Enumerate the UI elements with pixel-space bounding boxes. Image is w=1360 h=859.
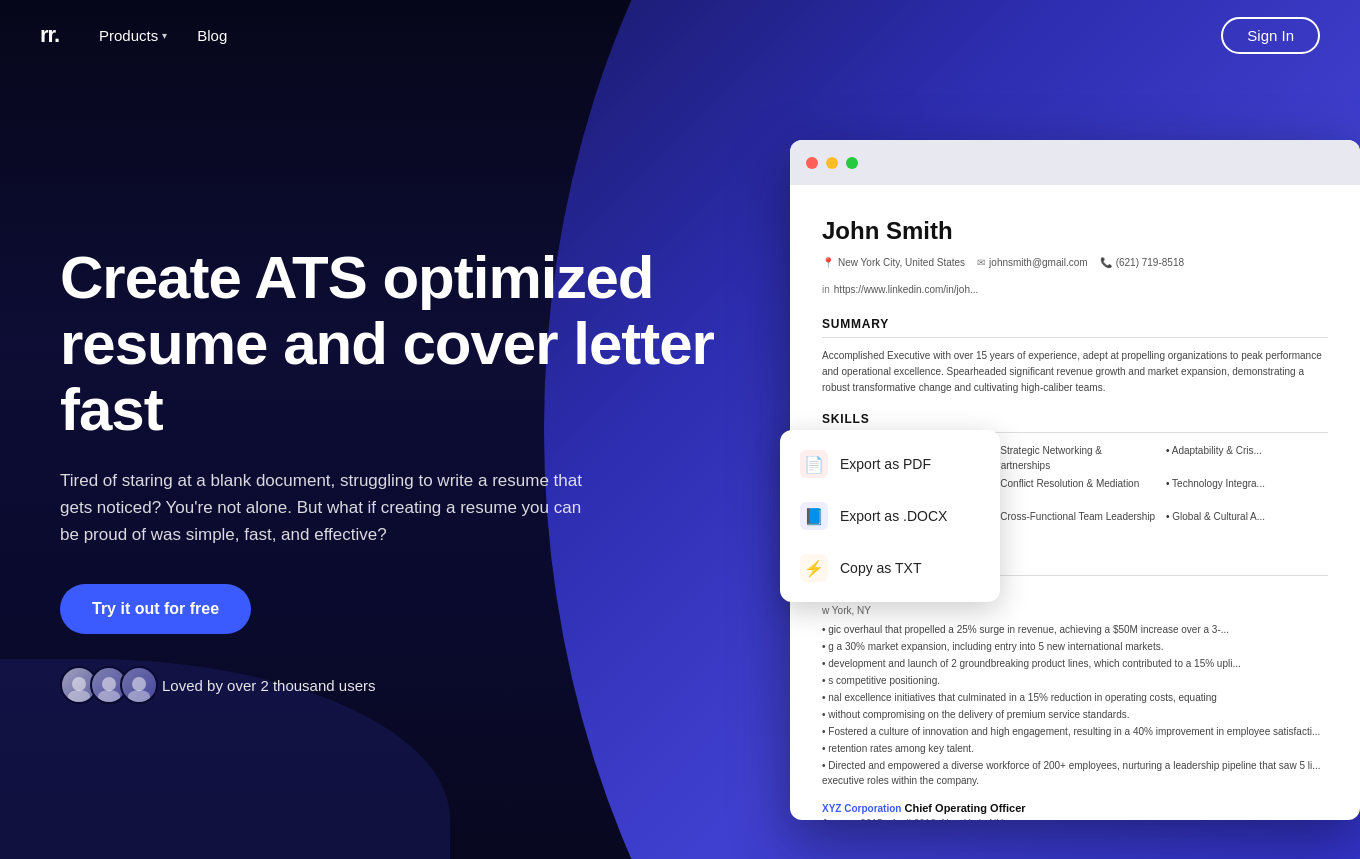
work-meta: w York, NY xyxy=(822,603,1328,618)
summary-section-title: SUMMARY xyxy=(822,315,1328,338)
phone-icon: 📞 xyxy=(1100,255,1112,270)
products-nav-link[interactable]: Products ▾ xyxy=(99,27,167,44)
nav-links: Products ▾ Blog xyxy=(99,27,227,44)
hero-section: Create ATS optimized resume and cover le… xyxy=(60,225,740,705)
sign-in-button[interactable]: Sign In xyxy=(1221,17,1320,54)
work-company: XYZ Corporation xyxy=(822,803,901,814)
export-docx-button[interactable]: 📘 Export as .DOCX xyxy=(780,490,1000,542)
export-popup: 📄 Export as PDF 📘 Export as .DOCX ⚡ Copy… xyxy=(780,430,1000,602)
work-bullet: Directed and empowered a diverse workfor… xyxy=(822,758,1328,788)
work-bullet: retention rates among key talent. xyxy=(822,741,1328,756)
work-bullet: nal excellence initiatives that culminat… xyxy=(822,690,1328,705)
location-icon: 📍 xyxy=(822,255,834,270)
skill-item: Strategic Networking & Partnerships xyxy=(994,443,1156,473)
copy-txt-button[interactable]: ⚡ Copy as TXT xyxy=(780,542,1000,594)
main-content: Create ATS optimized resume and cover le… xyxy=(0,70,1360,859)
resume-preview-container: John Smith 📍 New York City, United State… xyxy=(790,140,1360,820)
avatar-face xyxy=(122,668,156,702)
skill-item: Global & Cultural A... xyxy=(1166,509,1328,539)
window-close-dot xyxy=(806,157,818,169)
linkedin-icon: in xyxy=(822,282,830,297)
work-entry: ief Executive Officer w York, NY gic ove… xyxy=(822,586,1328,788)
window-minimize-dot xyxy=(826,157,838,169)
work-bullet: s competitive positioning. xyxy=(822,673,1328,688)
txt-icon: ⚡ xyxy=(800,554,828,582)
resume-name: John Smith xyxy=(822,213,1328,249)
skill-item: Conflict Resolution & Mediation xyxy=(994,476,1156,506)
cta-button[interactable]: Try it out for free xyxy=(60,584,251,634)
work-entry: XYZ Corporation Chief Operating Officer … xyxy=(822,800,1328,821)
skill-item: Adaptability & Cris... xyxy=(1166,443,1328,473)
social-proof-text: Loved by over 2 thousand users xyxy=(162,677,375,694)
work-bullet: Fostered a culture of innovation and hig… xyxy=(822,724,1328,739)
avatar xyxy=(120,666,158,704)
summary-text: Accomplished Executive with over 15 year… xyxy=(822,348,1328,396)
work-bullet: gic overhaul that propelled a 25% surge … xyxy=(822,622,1328,637)
avatar-group xyxy=(60,666,150,704)
work-meta: January 2015 - April 2018, New York, NY xyxy=(822,816,1328,820)
nav-left: rr. Products ▾ Blog xyxy=(40,22,227,48)
logo[interactable]: rr. xyxy=(40,22,59,48)
export-pdf-button[interactable]: 📄 Export as PDF xyxy=(780,438,1000,490)
docx-icon: 📘 xyxy=(800,502,828,530)
hero-title: Create ATS optimized resume and cover le… xyxy=(60,245,740,443)
work-role: Chief Operating Officer xyxy=(905,802,1026,814)
skill-item: Cross-Functional Team Leadership xyxy=(994,509,1156,539)
work-bullets: gic overhaul that propelled a 25% surge … xyxy=(822,622,1328,788)
skill-item: Technology Integra... xyxy=(1166,476,1328,506)
window-maximize-dot xyxy=(846,157,858,169)
contact-linkedin: in https://www.linkedin.com/in/joh... xyxy=(822,282,978,297)
navbar: rr. Products ▾ Blog Sign In xyxy=(0,0,1360,70)
pdf-icon: 📄 xyxy=(800,450,828,478)
resume-window-bar xyxy=(790,140,1360,185)
social-proof: Loved by over 2 thousand users xyxy=(60,666,740,704)
work-bullet: g a 30% market expansion, including entr… xyxy=(822,639,1328,654)
work-bullet: without compromising on the delivery of … xyxy=(822,707,1328,722)
avatar-face xyxy=(62,668,96,702)
work-bullet: development and launch of 2 groundbreaki… xyxy=(822,656,1328,671)
hero-subtitle: Tired of staring at a blank document, st… xyxy=(60,467,600,549)
email-icon: ✉ xyxy=(977,255,985,270)
contact-phone: 📞 (621) 719-8518 xyxy=(1100,255,1184,270)
contact-location: 📍 New York City, United States xyxy=(822,255,965,270)
avatar-face xyxy=(92,668,126,702)
contact-email: ✉ johnsmith@gmail.com xyxy=(977,255,1088,270)
chevron-down-icon: ▾ xyxy=(162,30,167,41)
blog-nav-link[interactable]: Blog xyxy=(197,27,227,44)
resume-contact: 📍 New York City, United States ✉ johnsmi… xyxy=(822,255,1328,297)
